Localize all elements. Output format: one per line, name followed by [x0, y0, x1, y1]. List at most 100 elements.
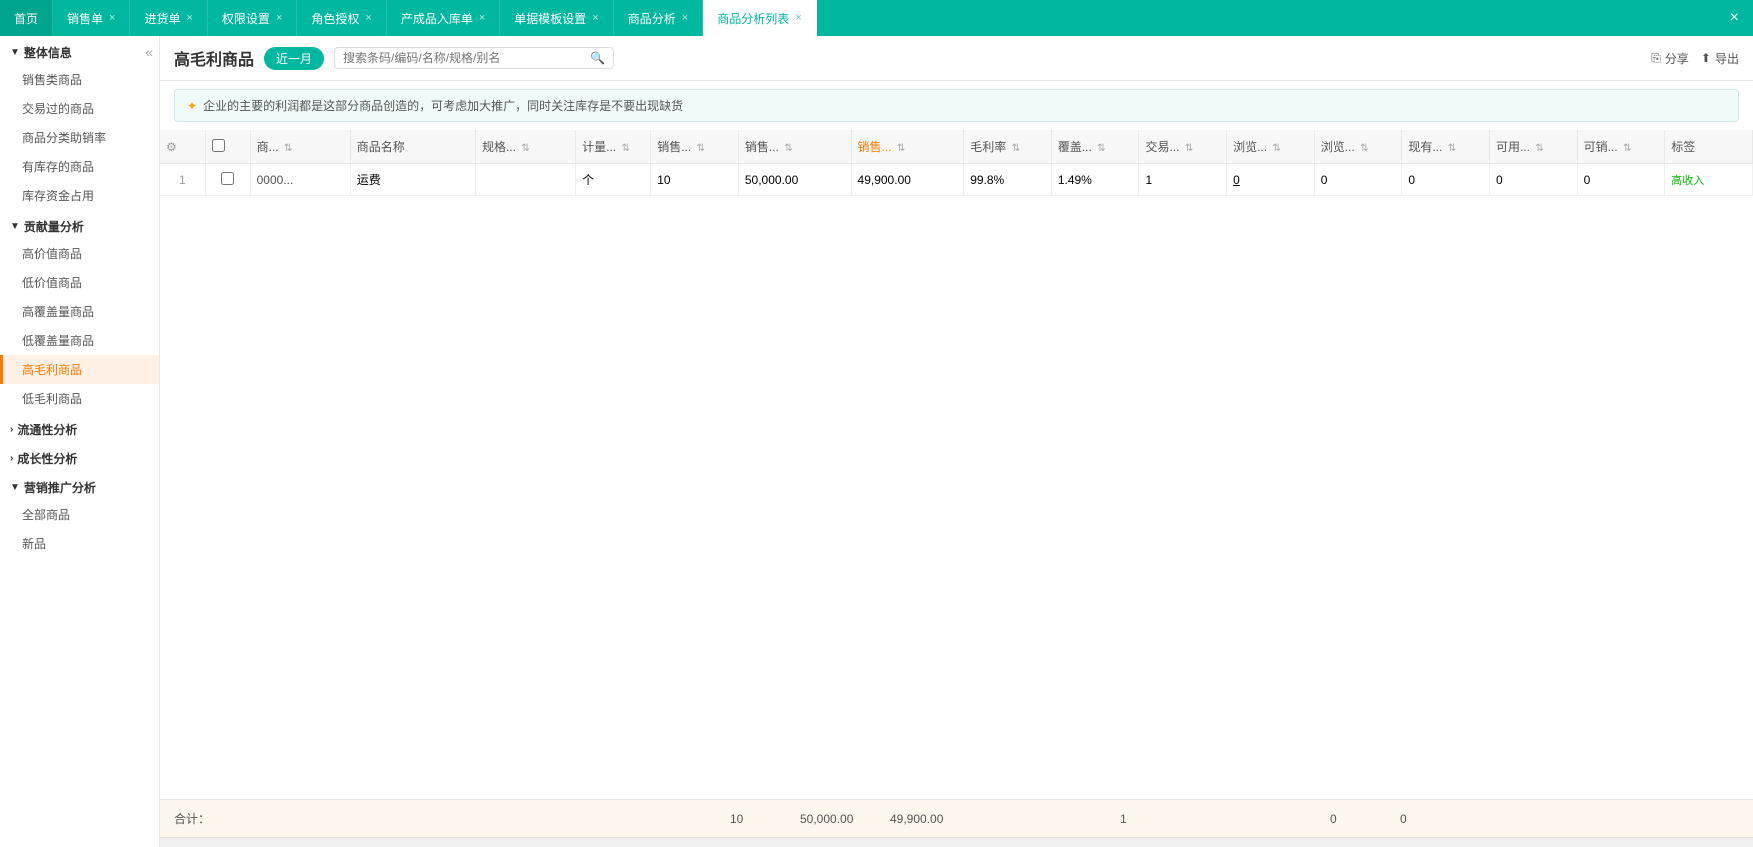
sidebar-item-stock-capital[interactable]: 库存资金占用	[0, 181, 159, 210]
star-icon: ✦	[187, 99, 197, 113]
nav-product-analysis[interactable]: 商品分析 ×	[614, 0, 703, 36]
cell-spec	[475, 164, 575, 196]
export-icon: ⬆	[1701, 51, 1711, 65]
sort-icon-unit: ⇅	[621, 143, 629, 154]
search-input[interactable]	[343, 51, 590, 65]
cell-trade: 1	[1139, 164, 1227, 196]
th-stock2[interactable]: 可用... ⇅	[1489, 130, 1577, 164]
th-unit[interactable]: 计量... ⇅	[576, 130, 651, 164]
footer-sales-profit: 49,900.00	[890, 812, 980, 826]
th-spec[interactable]: 规格... ⇅	[475, 130, 575, 164]
close-all-tabs[interactable]: ×	[1716, 9, 1753, 27]
sidebar-item-high-margin[interactable]: 高毛利商品	[0, 355, 159, 384]
sidebar-group-contribution[interactable]: ▼ 贡献量分析	[0, 210, 159, 239]
close-roles-tab[interactable]: ×	[365, 12, 371, 24]
search-icon[interactable]: 🔍	[590, 51, 605, 65]
th-margin[interactable]: 毛利率 ⇅	[964, 130, 1052, 164]
th-sales-profit[interactable]: 销售... ⇅	[851, 130, 964, 164]
sidebar-item-high-coverage[interactable]: 高覆盖量商品	[0, 297, 159, 326]
export-button[interactable]: ⬆ 导出	[1701, 50, 1739, 67]
th-sales-amt[interactable]: 销售... ⇅	[738, 130, 851, 164]
th-trade[interactable]: 交易... ⇅	[1139, 130, 1227, 164]
sidebar-group-overall[interactable]: ▼ 整体信息	[0, 36, 159, 65]
sidebar-item-sales-goods[interactable]: 销售类商品	[0, 65, 159, 94]
nav-sales[interactable]: 销售单 ×	[53, 0, 130, 36]
sort-icon-browse1: ⇅	[1272, 143, 1280, 154]
sidebar-item-low-coverage[interactable]: 低覆盖量商品	[0, 326, 159, 355]
cell-index: 1	[160, 164, 205, 196]
top-nav: 首页 销售单 × 进货单 × 权限设置 × 角色授权 × 产成品入库单 × 单据…	[0, 0, 1753, 36]
th-browse1[interactable]: 浏览... ⇅	[1227, 130, 1315, 164]
th-tag[interactable]: 标签	[1665, 130, 1753, 164]
sidebar-group-marketing[interactable]: ▼ 营销推广分析	[0, 471, 159, 500]
close-finished-goods-tab[interactable]: ×	[479, 12, 485, 24]
footer-trade: 1	[1120, 812, 1190, 826]
th-name[interactable]: 商品名称	[350, 130, 475, 164]
browse1-link[interactable]: 0	[1233, 173, 1240, 187]
sidebar-item-category-assist[interactable]: 商品分类助销率	[0, 123, 159, 152]
sidebar-item-traded-goods[interactable]: 交易过的商品	[0, 94, 159, 123]
cell-tag: 高收入	[1665, 164, 1753, 196]
nav-permissions[interactable]: 权限设置 ×	[208, 0, 297, 36]
th-stock1[interactable]: 现有... ⇅	[1402, 130, 1490, 164]
select-all-checkbox[interactable]	[212, 139, 225, 152]
footer-sales-qty: 10	[730, 812, 800, 826]
close-template-tab[interactable]: ×	[592, 12, 598, 24]
share-button[interactable]: ⎘ 分享	[1651, 50, 1689, 67]
cell-name: 运费	[350, 164, 475, 196]
footer-total: 合计： 10 50,000.00 49,900.00 1 0 0	[160, 799, 1753, 837]
sort-icon-spec: ⇅	[521, 143, 529, 154]
cell-unit: 个	[576, 164, 651, 196]
nav-product-analysis-list[interactable]: 商品分析列表 ×	[703, 0, 816, 36]
sidebar-item-all-goods[interactable]: 全部商品	[0, 500, 159, 529]
sort-icon-browse2: ⇅	[1360, 143, 1368, 154]
cell-check[interactable]	[205, 164, 250, 196]
cell-code: 0000...	[250, 164, 350, 196]
sidebar-group-liquidity[interactable]: › 流通性分析	[0, 413, 159, 442]
cell-browse2: 0	[1314, 164, 1402, 196]
content-header: 高毛利商品 近一月 🔍 ⎘ 分享 ⬆ 导出	[160, 36, 1753, 81]
cell-stock3: 0	[1577, 164, 1665, 196]
close-purchase-tab[interactable]: ×	[186, 12, 192, 24]
cell-cover: 1.49%	[1051, 164, 1139, 196]
row-checkbox[interactable]	[221, 172, 234, 185]
sort-icon-stock1: ⇅	[1448, 143, 1456, 154]
close-permissions-tab[interactable]: ×	[276, 12, 282, 24]
nav-roles[interactable]: 角色授权 ×	[297, 0, 386, 36]
settings-icon[interactable]: ⚙	[166, 140, 177, 154]
close-product-analysis-list-tab[interactable]: ×	[795, 12, 801, 24]
sort-icon-trade: ⇅	[1185, 143, 1193, 154]
group-arrow-contribution: ▼	[10, 221, 20, 232]
th-stock3[interactable]: 可销... ⇅	[1577, 130, 1665, 164]
info-banner: ✦ 企业的主要的利润都是这部分商品创造的，可考虑加大推广，同时关注库存是不要出现…	[174, 89, 1739, 122]
close-sales-tab[interactable]: ×	[109, 12, 115, 24]
th-sales-qty[interactable]: 销售... ⇅	[651, 130, 739, 164]
nav-home[interactable]: 首页	[0, 0, 53, 36]
sort-icon-stock3: ⇅	[1623, 143, 1631, 154]
sidebar-item-new-goods[interactable]: 新品	[0, 529, 159, 558]
footer-sales-amt: 50,000.00	[800, 812, 890, 826]
th-code[interactable]: 商... ⇅	[250, 130, 350, 164]
horizontal-scrollbar[interactable]	[160, 837, 1753, 847]
period-button[interactable]: 近一月	[264, 47, 324, 70]
sidebar-item-high-value[interactable]: 高价值商品	[0, 239, 159, 268]
sidebar-collapse-btn[interactable]: «	[145, 44, 153, 60]
cell-browse1[interactable]: 0	[1227, 164, 1315, 196]
th-cover[interactable]: 覆盖... ⇅	[1051, 130, 1139, 164]
close-product-analysis-tab[interactable]: ×	[682, 12, 688, 24]
th-browse2[interactable]: 浏览... ⇅	[1314, 130, 1402, 164]
cell-stock1: 0	[1402, 164, 1490, 196]
nav-purchase[interactable]: 进货单 ×	[130, 0, 207, 36]
th-settings[interactable]: ⚙	[160, 130, 205, 164]
sort-icon-sales-profit: ⇅	[897, 143, 905, 154]
sidebar-item-in-stock[interactable]: 有库存的商品	[0, 152, 159, 181]
sidebar-group-growth[interactable]: › 成长性分析	[0, 442, 159, 471]
sidebar-item-low-value[interactable]: 低价值商品	[0, 268, 159, 297]
table-header-row: ⚙ 商... ⇅ 商品名称 规格...	[160, 130, 1753, 164]
cell-sales-amt: 50,000.00	[738, 164, 851, 196]
sidebar-item-low-margin[interactable]: 低毛利商品	[0, 384, 159, 413]
cell-sales-qty: 10	[651, 164, 739, 196]
group-arrow-growth: ›	[10, 453, 13, 464]
nav-finished-goods[interactable]: 产成品入库单 ×	[387, 0, 500, 36]
nav-template[interactable]: 单据模板设置 ×	[500, 0, 613, 36]
